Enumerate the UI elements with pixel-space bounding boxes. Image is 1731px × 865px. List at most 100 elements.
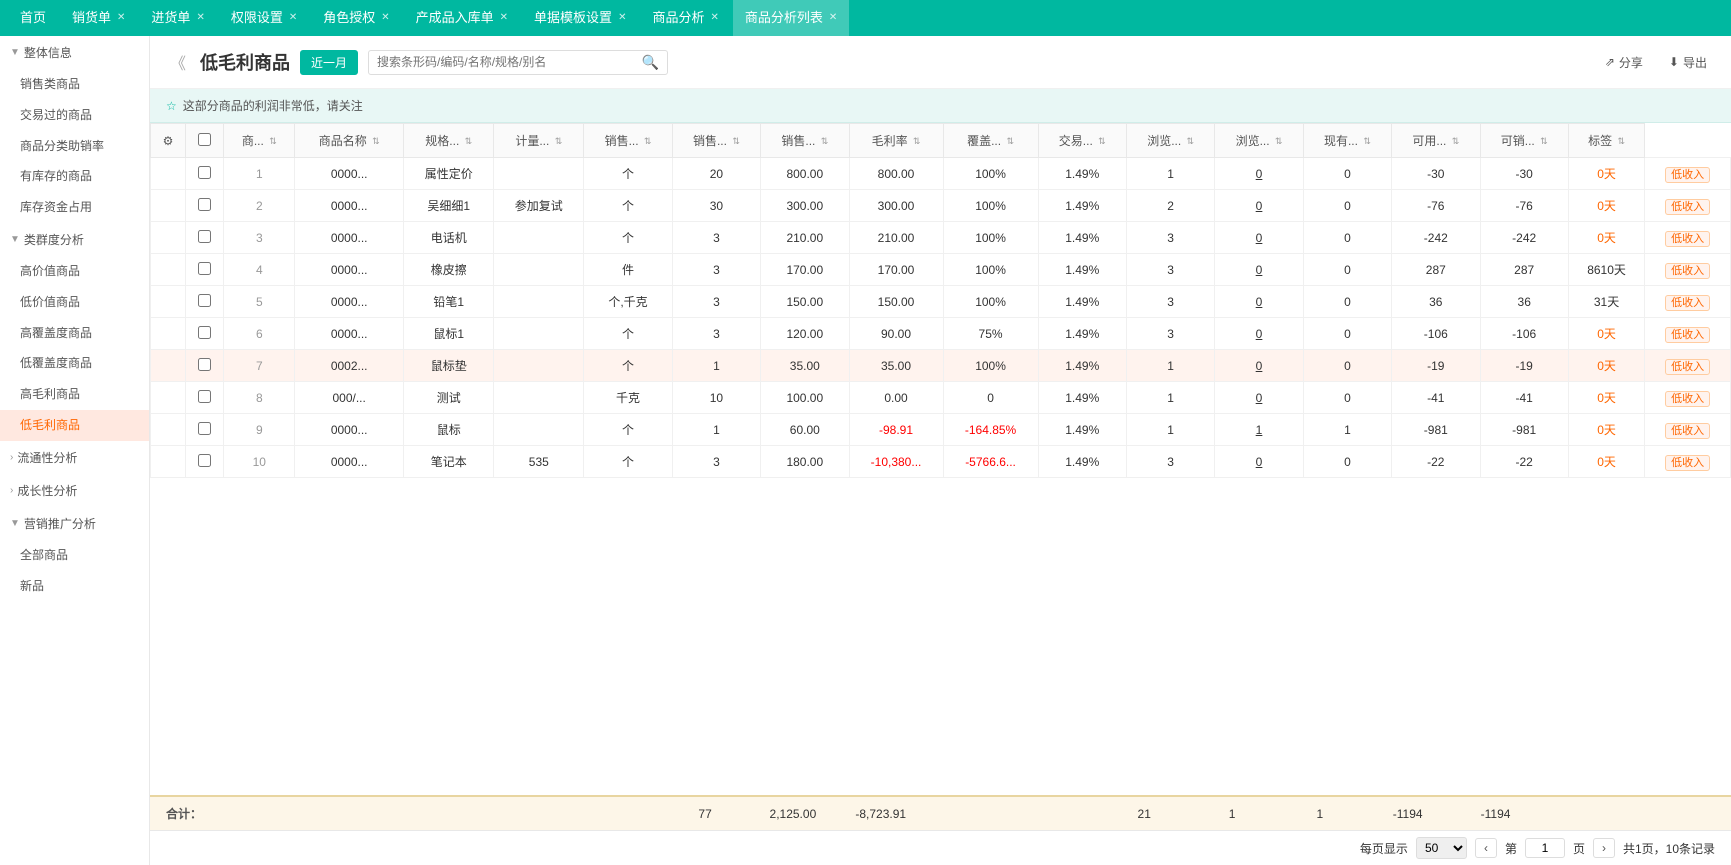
row-checkbox[interactable] xyxy=(186,286,224,318)
row-view1[interactable]: 0 xyxy=(1215,254,1303,286)
row-select-checkbox[interactable] xyxy=(198,262,211,275)
row-view1[interactable]: 1 xyxy=(1215,414,1303,446)
row-select-checkbox[interactable] xyxy=(198,390,211,403)
next-page-button[interactable]: › xyxy=(1593,838,1615,858)
col-current-stock[interactable]: 现有... ⇅ xyxy=(1303,124,1391,158)
nav-close-icon[interactable]: ✕ xyxy=(710,0,718,36)
col-tag[interactable]: 标签 ⇅ xyxy=(1568,124,1644,158)
col-name[interactable]: 商品名称 ⇅ xyxy=(295,124,404,158)
col-sellable-days[interactable]: 可销... ⇅ xyxy=(1480,124,1568,158)
table-wrapper[interactable]: ⚙ 商... ⇅ 商品名称 ⇅ 规格... ⇅ 计量... ⇅ 销售... ⇅ … xyxy=(150,123,1731,795)
sidebar-item-stocked-goods[interactable]: 有库存的商品 xyxy=(0,161,149,192)
row-select-checkbox[interactable] xyxy=(198,454,211,467)
nav-home[interactable]: 首页 xyxy=(8,0,58,36)
row-checkbox[interactable] xyxy=(186,414,224,446)
nav-purchase-order[interactable]: 进货单 ✕ xyxy=(139,0,216,36)
nav-product-in[interactable]: 产成品入库单 ✕ xyxy=(404,0,520,36)
sidebar-item-all-goods[interactable]: 全部商品 xyxy=(0,540,149,571)
nav-close-icon[interactable]: ✕ xyxy=(500,0,508,36)
col-coverage[interactable]: 覆盖... ⇅ xyxy=(943,124,1038,158)
filter-recent-month[interactable]: 近一月 xyxy=(300,50,358,75)
search-icon[interactable]: 🔍 xyxy=(642,54,659,71)
row-checkbox[interactable] xyxy=(186,350,224,382)
row-view2: 0 xyxy=(1303,318,1391,350)
row-view1[interactable]: 0 xyxy=(1215,286,1303,318)
sidebar-item-capital-occupied[interactable]: 库存资金占用 xyxy=(0,192,149,223)
nav-close-icon[interactable]: ✕ xyxy=(381,0,389,36)
row-select-checkbox[interactable] xyxy=(198,294,211,307)
col-sales-profit[interactable]: 销售... ⇅ xyxy=(761,124,849,158)
nav-close-icon[interactable]: ✕ xyxy=(618,0,626,36)
row-unit: 个 xyxy=(584,446,672,478)
nav-template-settings[interactable]: 单据模板设置 ✕ xyxy=(522,0,638,36)
col-spec[interactable]: 规格... ⇅ xyxy=(404,124,494,158)
nav-product-analysis-list[interactable]: 商品分析列表 ✕ xyxy=(733,0,849,36)
nav-close-icon[interactable]: ✕ xyxy=(196,0,204,36)
row-view1[interactable]: 0 xyxy=(1215,382,1303,414)
row-view1[interactable]: 0 xyxy=(1215,222,1303,254)
row-view2: 0 xyxy=(1303,190,1391,222)
sidebar-item-high-coverage[interactable]: 高覆盖度商品 xyxy=(0,318,149,349)
row-view1[interactable]: 0 xyxy=(1215,318,1303,350)
row-checkbox[interactable] xyxy=(186,254,224,286)
export-button[interactable]: ⬇ 导出 xyxy=(1661,50,1715,75)
search-input[interactable] xyxy=(377,55,636,69)
col-sales-qty[interactable]: 销售... ⇅ xyxy=(584,124,672,158)
col-settings[interactable]: ⚙ xyxy=(151,124,186,158)
prev-page-button[interactable]: ‹ xyxy=(1475,838,1497,858)
col-view1[interactable]: 浏览... ⇅ xyxy=(1126,124,1214,158)
sidebar-item-low-coverage[interactable]: 低覆盖度商品 xyxy=(0,348,149,379)
nav-permission-settings[interactable]: 权限设置 ✕ xyxy=(219,0,309,36)
sidebar-item-high-margin[interactable]: 高毛利商品 xyxy=(0,379,149,410)
per-page-select[interactable]: 50 20 100 200 xyxy=(1416,837,1467,859)
sidebar-group-liquidity[interactable]: › 流通性分析 xyxy=(0,441,149,474)
sidebar-item-high-value[interactable]: 高价值商品 xyxy=(0,256,149,287)
sidebar-item-sales-goods[interactable]: 销售类商品 xyxy=(0,69,149,100)
nav-sales-order[interactable]: 销货单 ✕ xyxy=(60,0,137,36)
sidebar-item-category-rate[interactable]: 商品分类助销率 xyxy=(0,131,149,162)
nav-role-auth[interactable]: 角色授权 ✕ xyxy=(311,0,401,36)
col-checkbox[interactable] xyxy=(186,124,224,158)
col-sales-amount[interactable]: 销售... ⇅ xyxy=(672,124,760,158)
sidebar-item-new-goods[interactable]: 新品 xyxy=(0,571,149,602)
row-checkbox[interactable] xyxy=(186,222,224,254)
sidebar-item-low-value[interactable]: 低价值商品 xyxy=(0,287,149,318)
row-select-checkbox[interactable] xyxy=(198,230,211,243)
row-checkbox[interactable] xyxy=(186,382,224,414)
sidebar-group-overall[interactable]: ▼ 整体信息 xyxy=(0,36,149,69)
row-select-checkbox[interactable] xyxy=(198,326,211,339)
row-select-checkbox[interactable] xyxy=(198,166,211,179)
row-checkbox[interactable] xyxy=(186,318,224,350)
row-select-checkbox[interactable] xyxy=(198,198,211,211)
col-trade-count[interactable]: 交易... ⇅ xyxy=(1038,124,1126,158)
collapse-sidebar-button[interactable]: 《 xyxy=(166,46,190,78)
row-view1[interactable]: 0 xyxy=(1215,446,1303,478)
page-input[interactable] xyxy=(1525,838,1565,858)
sidebar-item-low-margin[interactable]: 低毛利商品 xyxy=(0,410,149,441)
nav-close-icon[interactable]: ✕ xyxy=(117,0,125,36)
col-code[interactable]: 商... ⇅ xyxy=(224,124,295,158)
row-select-checkbox[interactable] xyxy=(198,422,211,435)
col-gross-margin[interactable]: 毛利率 ⇅ xyxy=(849,124,943,158)
col-view2[interactable]: 浏览... ⇅ xyxy=(1215,124,1303,158)
sidebar-group-growth[interactable]: › 成长性分析 xyxy=(0,474,149,507)
row-checkbox[interactable] xyxy=(186,446,224,478)
row-view1[interactable]: 0 xyxy=(1215,350,1303,382)
row-select-checkbox[interactable] xyxy=(198,358,211,371)
row-sellable-days: 0天 xyxy=(1568,446,1644,478)
nav-close-icon[interactable]: ✕ xyxy=(829,0,837,36)
row-view1[interactable]: 0 xyxy=(1215,158,1303,190)
row-gross-margin: 100% xyxy=(943,254,1038,286)
sidebar-group-marketing[interactable]: ▼ 营销推广分析 xyxy=(0,507,149,540)
col-unit[interactable]: 计量... ⇅ xyxy=(494,124,584,158)
select-all-checkbox[interactable] xyxy=(198,133,211,146)
share-button[interactable]: ⇗ 分享 xyxy=(1597,50,1651,75)
sidebar-item-traded-goods[interactable]: 交易过的商品 xyxy=(0,100,149,131)
row-view1[interactable]: 0 xyxy=(1215,190,1303,222)
row-checkbox[interactable] xyxy=(186,190,224,222)
nav-close-icon[interactable]: ✕ xyxy=(289,0,297,36)
row-checkbox[interactable] xyxy=(186,158,224,190)
sidebar-group-cluster[interactable]: ▼ 类群度分析 xyxy=(0,223,149,256)
nav-product-analysis[interactable]: 商品分析 ✕ xyxy=(640,0,730,36)
col-available-stock[interactable]: 可用... ⇅ xyxy=(1392,124,1480,158)
